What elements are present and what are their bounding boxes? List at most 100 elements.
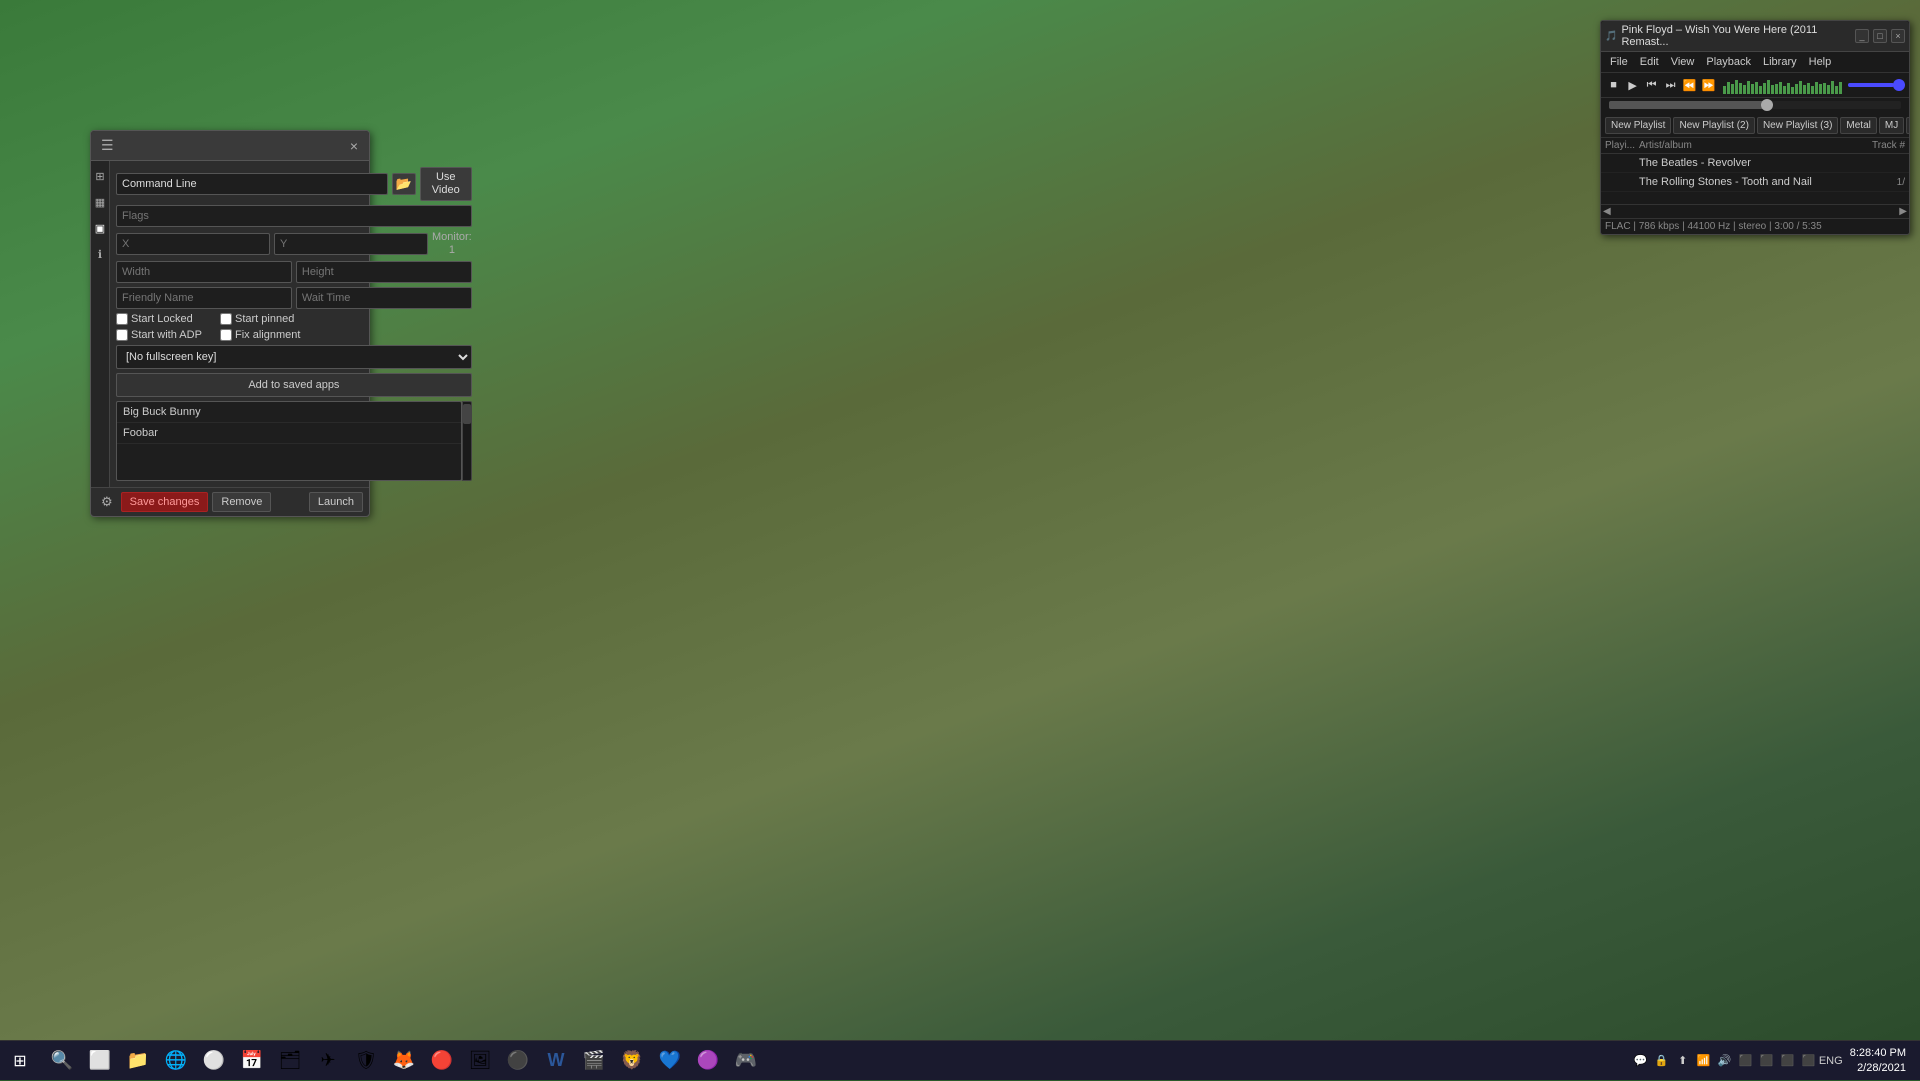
tray-extra1[interactable]: ⬛ xyxy=(1737,1052,1755,1070)
start-pinned-checkbox-label[interactable]: Start pinned xyxy=(220,313,320,325)
taskbar-photos[interactable]: 🖼 xyxy=(462,1043,498,1079)
tray-volume[interactable]: 🔊 xyxy=(1716,1052,1734,1070)
start-locked-checkbox[interactable] xyxy=(116,313,128,325)
taskbar-discord[interactable]: 🟣 xyxy=(690,1043,726,1079)
fullscreen-key-dropdown[interactable]: [No fullscreen key] xyxy=(116,345,472,369)
system-clock[interactable]: 8:28:40 PM 2/28/2021 xyxy=(1844,1046,1912,1075)
playlist-tab-new2[interactable]: New Playlist (2) xyxy=(1673,117,1754,134)
flags-input[interactable] xyxy=(116,205,472,227)
menu-view[interactable]: View xyxy=(1666,54,1700,70)
taskbar-chrome[interactable]: ⚪ xyxy=(196,1043,232,1079)
sidebar-icon-2[interactable]: ▦ xyxy=(91,193,109,211)
track-row[interactable]: The Beatles - Revolver xyxy=(1601,154,1909,173)
taskbar-files[interactable]: 🗂 xyxy=(272,1043,308,1079)
y-input[interactable] xyxy=(274,233,428,255)
use-video-button[interactable]: Use Video xyxy=(420,167,472,201)
eq-bar xyxy=(1731,84,1734,94)
gear-icon[interactable]: ⚙ xyxy=(97,494,117,510)
start-locked-checkbox-label[interactable]: Start Locked xyxy=(116,313,216,325)
taskbar-telegram[interactable]: ✈ xyxy=(310,1043,346,1079)
fix-alignment-checkbox-label[interactable]: Fix alignment xyxy=(220,329,320,341)
prev-section-button[interactable]: ⏪ xyxy=(1681,76,1698,94)
sidebar-icon-1[interactable]: ⊞ xyxy=(91,167,109,185)
taskbar-word[interactable]: W xyxy=(538,1043,574,1079)
next-section-button[interactable]: ⏩ xyxy=(1700,76,1717,94)
menu-playback[interactable]: Playback xyxy=(1701,54,1756,70)
taskbar-steam[interactable]: 🎮 xyxy=(728,1043,764,1079)
x-input[interactable] xyxy=(116,233,270,255)
music-minimize-button[interactable]: _ xyxy=(1855,29,1869,43)
tray-extra3[interactable]: ⬛ xyxy=(1779,1052,1797,1070)
hamburger-menu-icon[interactable]: ☰ xyxy=(97,135,118,156)
tray-network[interactable]: 📶 xyxy=(1695,1052,1713,1070)
eq-bar xyxy=(1743,85,1746,94)
track-table-header: Playi... Artist/album Track # xyxy=(1601,138,1909,154)
start-with-adp-checkbox[interactable] xyxy=(116,329,128,341)
tray-lang[interactable]: ENG xyxy=(1822,1052,1840,1070)
friendly-name-input[interactable] xyxy=(116,287,292,309)
taskbar-video[interactable]: 🎬 xyxy=(576,1043,612,1079)
play-button[interactable]: ▶ xyxy=(1624,76,1641,94)
eq-bar xyxy=(1775,84,1778,94)
taskbar-task-view[interactable]: ⬜ xyxy=(82,1043,118,1079)
playlist-tab-skylines[interactable]: Skylines - Gold FM xyxy=(1906,117,1909,134)
eq-bar xyxy=(1791,87,1794,94)
taskbar-search[interactable]: 🔍 xyxy=(44,1043,80,1079)
scroll-left-arrow[interactable]: ◀ xyxy=(1603,206,1611,217)
track-row[interactable]: The Rolling Stones - Tooth and Nail 1/ xyxy=(1601,173,1909,192)
playlist-tab-new3[interactable]: New Playlist (3) xyxy=(1757,117,1838,134)
launch-button[interactable]: Launch xyxy=(309,492,363,512)
playlist-tab-new[interactable]: New Playlist xyxy=(1605,117,1671,134)
height-input[interactable] xyxy=(296,261,472,283)
remove-button[interactable]: Remove xyxy=(212,492,271,512)
scroll-right-arrow[interactable]: ▶ xyxy=(1899,206,1907,217)
music-close-button[interactable]: × xyxy=(1891,29,1905,43)
save-changes-button[interactable]: Save changes xyxy=(121,492,209,512)
stop-button[interactable]: ■ xyxy=(1605,76,1622,94)
music-menu-bar: File Edit View Playback Library Help xyxy=(1601,52,1909,73)
eq-bar xyxy=(1839,82,1842,94)
list-item[interactable]: Foobar xyxy=(117,423,461,444)
eq-bar xyxy=(1827,85,1830,94)
start-with-adp-checkbox-label[interactable]: Start with ADP xyxy=(116,329,216,341)
list-item[interactable]: Big Buck Bunny xyxy=(117,402,461,423)
menu-file[interactable]: File xyxy=(1605,54,1633,70)
tray-up[interactable]: ⬆ xyxy=(1674,1052,1692,1070)
next-track-button[interactable]: ⏭ xyxy=(1662,76,1679,94)
taskbar-firefox[interactable]: 🦊 xyxy=(386,1043,422,1079)
taskbar-obs[interactable]: ⚫ xyxy=(500,1043,536,1079)
tray-extra4[interactable]: ⬛ xyxy=(1800,1052,1818,1070)
seek-bar[interactable] xyxy=(1609,101,1901,109)
sidebar-icon-4[interactable]: ℹ xyxy=(91,245,109,263)
playlist-tab-metal[interactable]: Metal xyxy=(1840,117,1876,134)
wait-time-input[interactable] xyxy=(296,287,472,309)
tray-extra2[interactable]: ⬛ xyxy=(1758,1052,1776,1070)
browse-button[interactable]: 📂 xyxy=(392,173,416,195)
tray-lock[interactable]: 🔒 xyxy=(1653,1052,1671,1070)
menu-edit[interactable]: Edit xyxy=(1635,54,1664,70)
playlist-tab-mj[interactable]: MJ xyxy=(1879,117,1904,134)
tray-notification[interactable]: 💬 xyxy=(1632,1052,1650,1070)
taskbar-edge[interactable]: 🌐 xyxy=(158,1043,194,1079)
taskbar-brave[interactable]: 🦁 xyxy=(614,1043,650,1079)
taskbar-vscode[interactable]: 💙 xyxy=(652,1043,688,1079)
command-line-input[interactable] xyxy=(116,173,388,195)
fix-alignment-checkbox[interactable] xyxy=(220,329,232,341)
width-input[interactable] xyxy=(116,261,292,283)
sidebar-icon-3[interactable]: ▣ xyxy=(91,219,109,237)
prev-track-button[interactable]: ⏮ xyxy=(1643,76,1660,94)
panel-close-button[interactable]: × xyxy=(345,137,363,155)
menu-library[interactable]: Library xyxy=(1758,54,1802,70)
eq-bar xyxy=(1767,80,1770,94)
taskbar-red[interactable]: 🔴 xyxy=(424,1043,460,1079)
taskbar-shield[interactable]: 🛡 xyxy=(348,1043,384,1079)
start-pinned-checkbox[interactable] xyxy=(220,313,232,325)
menu-help[interactable]: Help xyxy=(1804,54,1837,70)
taskbar-file-explorer[interactable]: 📁 xyxy=(120,1043,156,1079)
start-button[interactable]: ⊞ xyxy=(0,1041,40,1081)
taskbar-calendar[interactable]: 📅 xyxy=(234,1043,270,1079)
music-maximize-button[interactable]: □ xyxy=(1873,29,1887,43)
apps-list-scrollbar[interactable] xyxy=(462,401,472,481)
volume-slider[interactable] xyxy=(1848,83,1905,87)
add-to-saved-button[interactable]: Add to saved apps xyxy=(116,373,472,397)
